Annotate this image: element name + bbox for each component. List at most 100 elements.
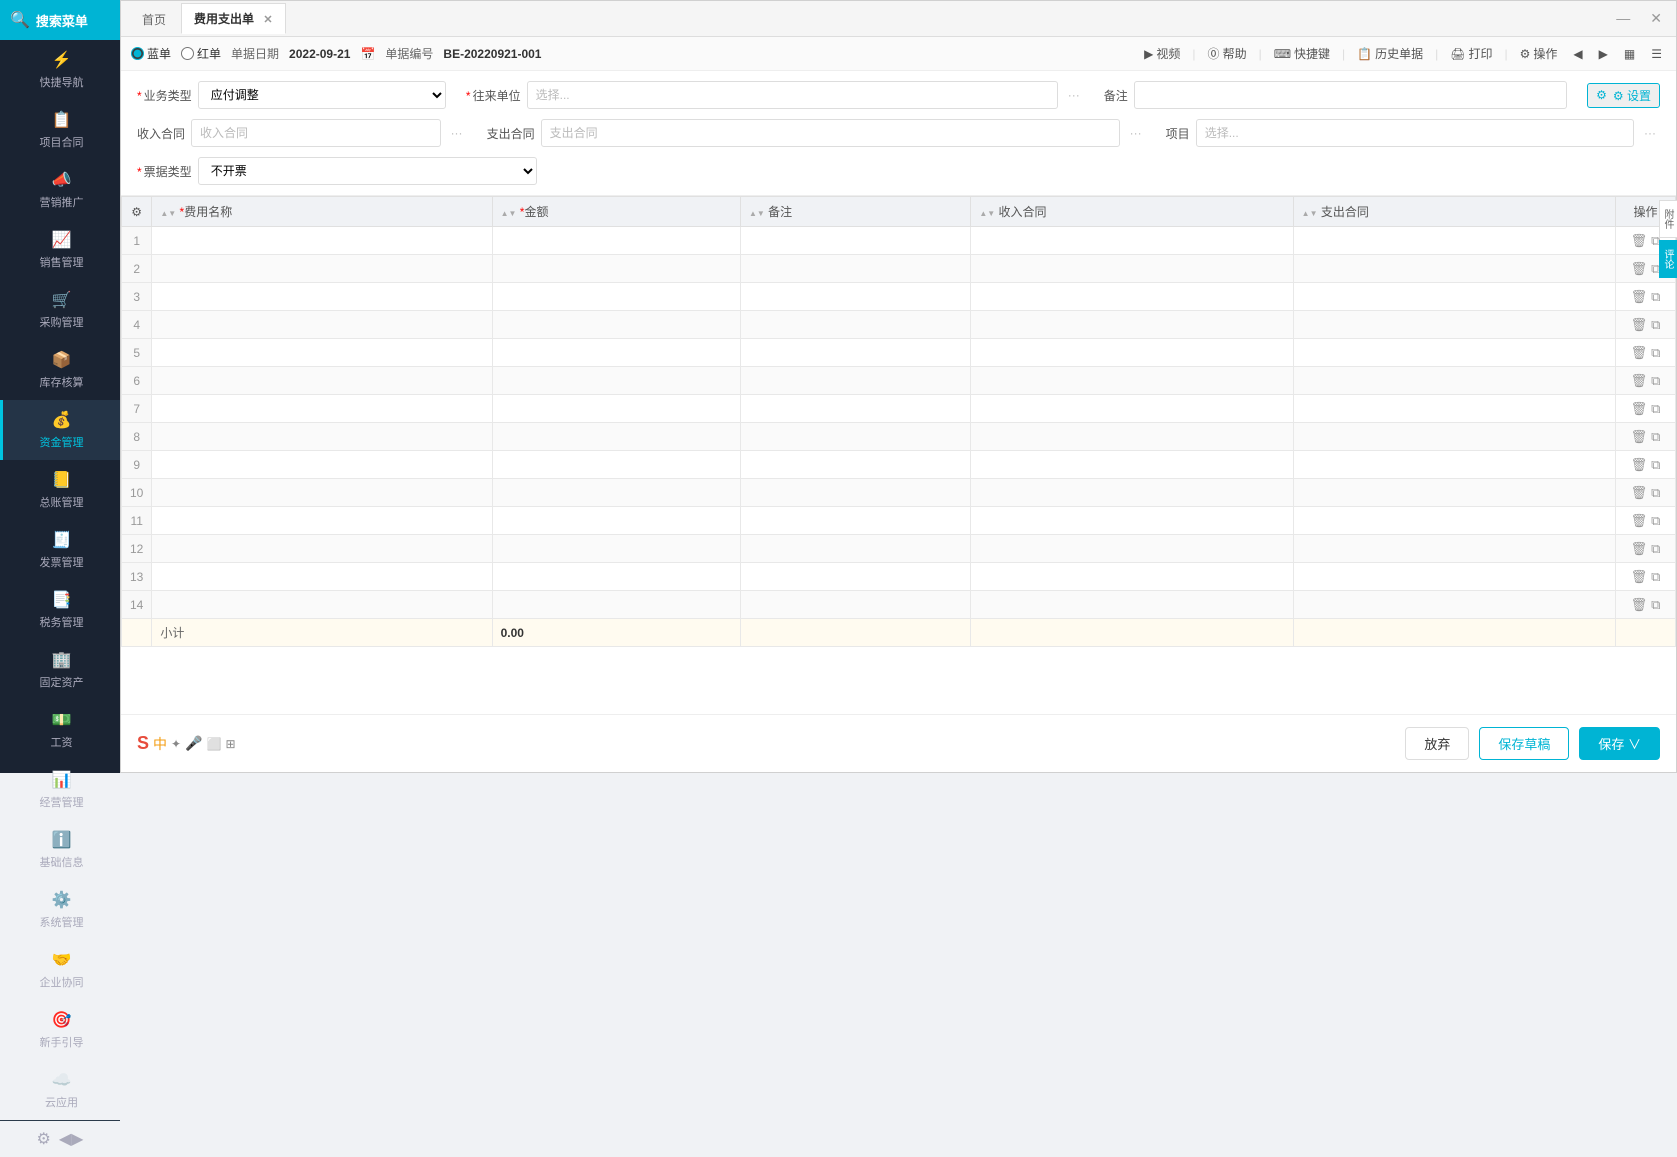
- sidebar-item-invoice-mgmt[interactable]: 🧾发票管理: [0, 520, 120, 580]
- copy-row-icon-10[interactable]: ⧉: [1651, 485, 1660, 501]
- delete-row-icon-1[interactable]: 🗑: [1631, 233, 1648, 249]
- expense-contract-cell-6[interactable]: [1293, 367, 1615, 395]
- discard-button[interactable]: 放弃: [1405, 727, 1469, 760]
- amount-cell-7[interactable]: [492, 395, 740, 423]
- table-col-settings[interactable]: ⚙: [122, 197, 152, 227]
- delete-row-icon-14[interactable]: 🗑: [1631, 597, 1648, 613]
- expense-name-cell-2[interactable]: [152, 255, 492, 283]
- copy-row-icon-5[interactable]: ⧉: [1651, 345, 1660, 361]
- expense-contract-cell-10[interactable]: [1293, 479, 1615, 507]
- delete-row-icon-13[interactable]: 🗑: [1631, 569, 1648, 585]
- sidebar-item-sales-mgmt[interactable]: 📈销售管理: [0, 220, 120, 280]
- sidebar-item-basic-info[interactable]: ℹ️基础信息: [0, 820, 120, 880]
- note-cell-12[interactable]: [740, 535, 970, 563]
- window-close-icon[interactable]: ✕: [1644, 8, 1668, 29]
- sidebar-item-marketing[interactable]: 📣营销推广: [0, 160, 120, 220]
- settings-icon[interactable]: ⚙: [37, 1129, 51, 1149]
- expense-contract-cell-7[interactable]: [1293, 395, 1615, 423]
- income-contract-cell-8[interactable]: [971, 423, 1293, 451]
- sort-expense-contract-icon[interactable]: ▲▼: [1302, 209, 1318, 218]
- sidebar-item-purchase-mgmt[interactable]: 🛒采购管理: [0, 280, 120, 340]
- sidebar-item-quick-nav[interactable]: ⚡快捷导航: [0, 40, 120, 100]
- expense-name-cell-13[interactable]: [152, 563, 492, 591]
- copy-row-icon-3[interactable]: ⧉: [1651, 289, 1660, 305]
- note-cell-10[interactable]: [740, 479, 970, 507]
- expense-contract-cell-2[interactable]: [1293, 255, 1615, 283]
- income-contract-cell-4[interactable]: [971, 311, 1293, 339]
- expense-name-cell-10[interactable]: [152, 479, 492, 507]
- view-list-btn[interactable]: ☰: [1647, 45, 1666, 63]
- income-contract-cell-12[interactable]: [971, 535, 1293, 563]
- income-contract-cell-3[interactable]: [971, 283, 1293, 311]
- expense-contract-more-icon[interactable]: ···: [1126, 126, 1146, 140]
- partner-more-icon[interactable]: ···: [1064, 88, 1084, 102]
- sidebar-search[interactable]: 🔍 搜索菜单: [0, 0, 120, 40]
- remark-input[interactable]: [1134, 81, 1567, 109]
- amount-cell-5[interactable]: [492, 339, 740, 367]
- note-cell-3[interactable]: [740, 283, 970, 311]
- delete-row-icon-10[interactable]: 🗑: [1631, 485, 1648, 501]
- expense-name-cell-4[interactable]: [152, 311, 492, 339]
- expense-contract-cell-3[interactable]: [1293, 283, 1615, 311]
- delete-row-icon-8[interactable]: 🗑: [1631, 429, 1648, 445]
- window-minimize-icon[interactable]: —: [1610, 8, 1636, 29]
- sidebar-item-inventory[interactable]: 📦库存核算: [0, 340, 120, 400]
- note-cell-6[interactable]: [740, 367, 970, 395]
- save-draft-button[interactable]: 保存草稿: [1479, 727, 1569, 760]
- copy-row-icon-6[interactable]: ⧉: [1651, 373, 1660, 389]
- expense-name-cell-12[interactable]: [152, 535, 492, 563]
- sidebar-item-operations-mgmt[interactable]: 📊经营管理: [0, 760, 120, 820]
- income-contract-cell-6[interactable]: [971, 367, 1293, 395]
- sidebar-item-project-contract[interactable]: 📋项目合同: [0, 100, 120, 160]
- sidebar-item-enterprise-collab[interactable]: 🤝企业协同: [0, 940, 120, 1000]
- note-cell-2[interactable]: [740, 255, 970, 283]
- expense-name-cell-1[interactable]: [152, 227, 492, 255]
- video-btn[interactable]: ▶ 视频: [1140, 43, 1184, 64]
- radio-red[interactable]: [181, 47, 194, 60]
- income-contract-cell-2[interactable]: [971, 255, 1293, 283]
- copy-row-icon-11[interactable]: ⧉: [1651, 513, 1660, 529]
- income-contract-cell-11[interactable]: [971, 507, 1293, 535]
- radio-blue-label[interactable]: 蓝单: [131, 45, 171, 62]
- expense-contract-cell-8[interactable]: [1293, 423, 1615, 451]
- delete-row-icon-6[interactable]: 🗑: [1631, 373, 1648, 389]
- income-contract-cell-5[interactable]: [971, 339, 1293, 367]
- income-contract-cell-13[interactable]: [971, 563, 1293, 591]
- amount-cell-10[interactable]: [492, 479, 740, 507]
- note-cell-13[interactable]: [740, 563, 970, 591]
- delete-row-icon-2[interactable]: 🗑: [1631, 261, 1648, 277]
- invoice-type-select[interactable]: 不开票: [198, 157, 537, 185]
- copy-row-icon-13[interactable]: ⧉: [1651, 569, 1660, 585]
- expense-contract-cell-12[interactable]: [1293, 535, 1615, 563]
- expense-name-cell-8[interactable]: [152, 423, 492, 451]
- sidebar-item-accounting[interactable]: 📒总账管理: [0, 460, 120, 520]
- delete-row-icon-11[interactable]: 🗑: [1631, 513, 1648, 529]
- expense-contract-cell-9[interactable]: [1293, 451, 1615, 479]
- amount-cell-8[interactable]: [492, 423, 740, 451]
- expense-contract-input[interactable]: [541, 119, 1120, 147]
- sidebar-item-payroll[interactable]: 💵工资: [0, 700, 120, 760]
- tab-close-icon[interactable]: ✕: [263, 14, 272, 26]
- amount-cell-12[interactable]: [492, 535, 740, 563]
- volume-icon[interactable]: ◀▶: [59, 1129, 84, 1149]
- save-button[interactable]: 保存 ∨: [1579, 727, 1660, 760]
- expense-name-cell-6[interactable]: [152, 367, 492, 395]
- sort-income-contract-icon[interactable]: ▲▼: [979, 209, 995, 218]
- note-cell-1[interactable]: [740, 227, 970, 255]
- copy-row-icon-4[interactable]: ⧉: [1651, 317, 1660, 333]
- date-value[interactable]: 2022-09-21: [289, 47, 350, 61]
- expense-contract-cell-5[interactable]: [1293, 339, 1615, 367]
- income-contract-more-icon[interactable]: ···: [447, 126, 467, 140]
- expense-contract-cell-14[interactable]: [1293, 591, 1615, 619]
- sort-amount-icon[interactable]: ▲▼: [501, 209, 517, 218]
- project-input[interactable]: [1196, 119, 1634, 147]
- note-cell-11[interactable]: [740, 507, 970, 535]
- expense-name-cell-3[interactable]: [152, 283, 492, 311]
- amount-cell-13[interactable]: [492, 563, 740, 591]
- expense-name-cell-7[interactable]: [152, 395, 492, 423]
- docno-value[interactable]: BE-20220921-001: [443, 47, 541, 61]
- history-btn[interactable]: 📋 历史单据: [1353, 43, 1427, 64]
- note-cell-7[interactable]: [740, 395, 970, 423]
- help-btn[interactable]: ⓪ 帮助: [1204, 43, 1251, 64]
- amount-cell-1[interactable]: [492, 227, 740, 255]
